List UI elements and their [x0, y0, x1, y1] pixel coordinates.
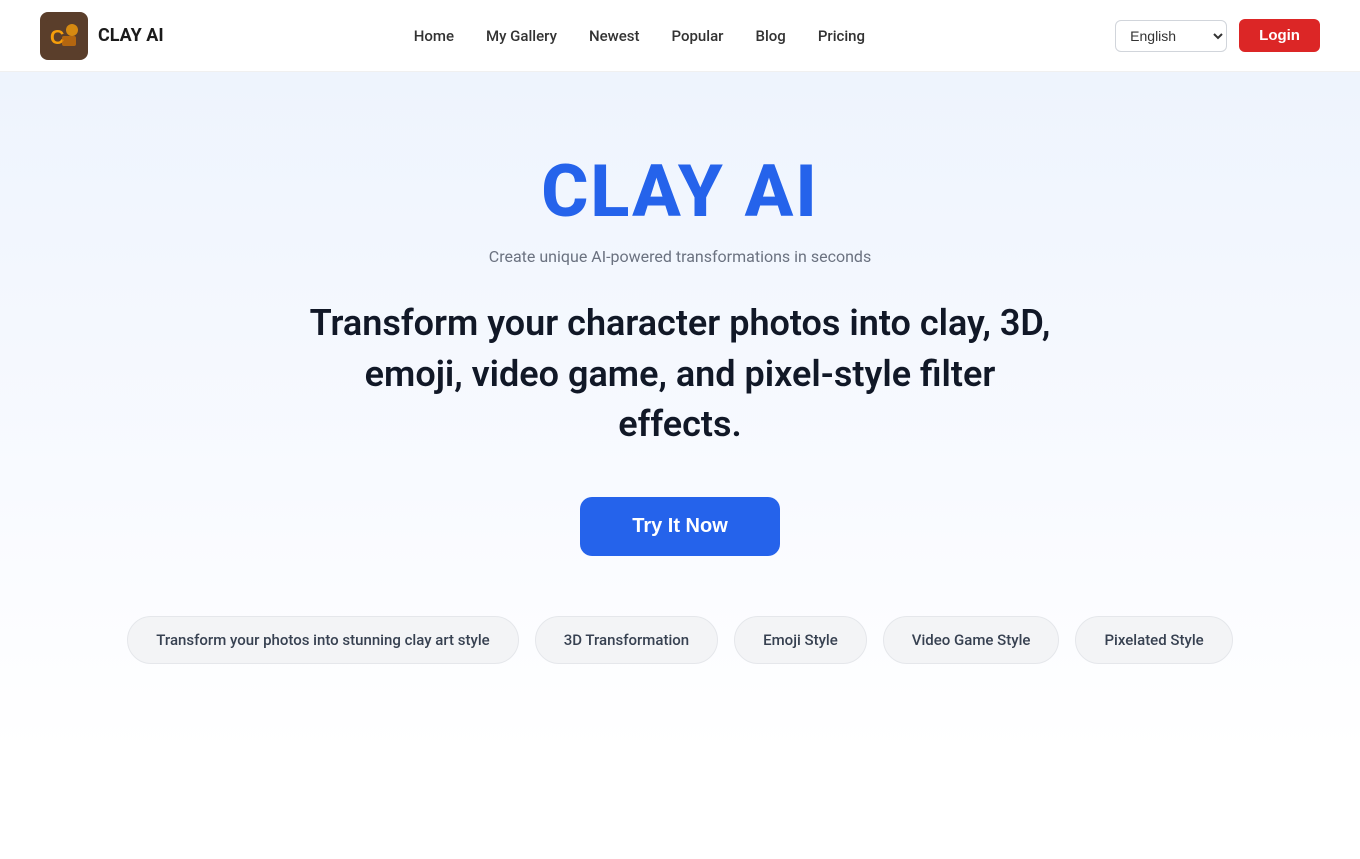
style-tab-videogame[interactable]: Video Game Style	[883, 616, 1060, 664]
try-now-button[interactable]: Try It Now	[580, 497, 780, 556]
nav-blog[interactable]: Blog	[756, 27, 786, 45]
header: C CLAY AI Home My Gallery Newest Popular…	[0, 0, 1360, 72]
nav-pricing[interactable]: Pricing	[818, 27, 865, 45]
nav-gallery[interactable]: My Gallery	[486, 27, 557, 45]
main-nav: Home My Gallery Newest Popular Blog Pric…	[414, 27, 865, 45]
style-tabs-row: Transform your photos into stunning clay…	[127, 616, 1232, 664]
style-tab-3d[interactable]: 3D Transformation	[535, 616, 718, 664]
logo-area[interactable]: C CLAY AI	[40, 12, 164, 60]
hero-title: CLAY AI	[541, 152, 819, 231]
nav-right: English Spanish French Chinese Login	[1115, 19, 1320, 52]
language-select[interactable]: English Spanish French Chinese	[1115, 20, 1227, 52]
style-tab-emoji[interactable]: Emoji Style	[734, 616, 867, 664]
logo-image: C	[40, 12, 88, 60]
logo-text: CLAY AI	[98, 25, 164, 46]
nav-newest[interactable]: Newest	[589, 27, 640, 45]
hero-section: CLAY AI Create unique AI-powered transfo…	[0, 72, 1360, 752]
login-button[interactable]: Login	[1239, 19, 1320, 52]
style-tab-clay[interactable]: Transform your photos into stunning clay…	[127, 616, 518, 664]
hero-subtitle: Create unique AI-powered transformations…	[489, 247, 871, 266]
hero-headline: Transform your character photos into cla…	[300, 298, 1060, 449]
style-tab-pixel[interactable]: Pixelated Style	[1075, 616, 1232, 664]
nav-home[interactable]: Home	[414, 27, 454, 45]
nav-popular[interactable]: Popular	[672, 27, 724, 45]
